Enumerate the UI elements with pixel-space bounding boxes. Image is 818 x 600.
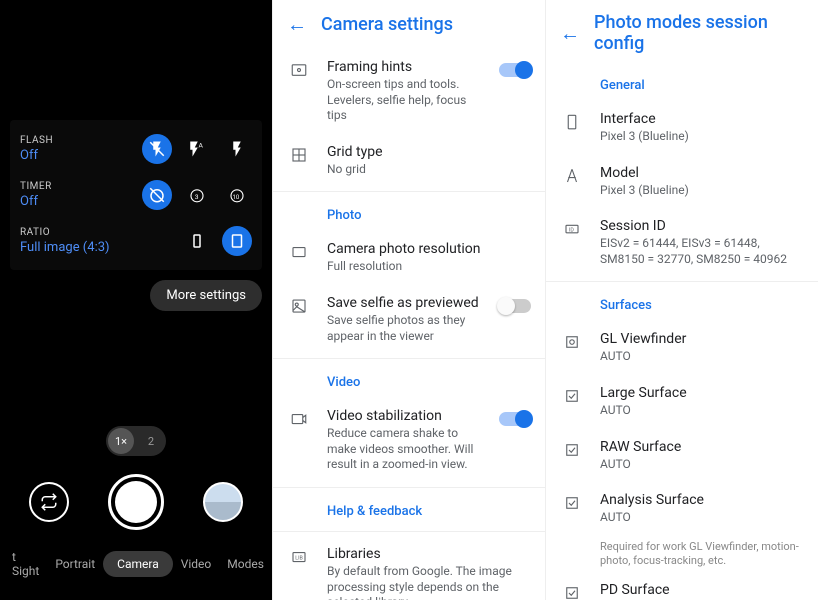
checkbox-icon xyxy=(560,584,584,600)
more-settings-button[interactable]: More settings xyxy=(150,280,262,311)
framing-toggle[interactable] xyxy=(499,63,531,77)
ratio-portrait-icon[interactable] xyxy=(182,226,212,256)
grid-icon xyxy=(287,146,311,164)
svg-text:A: A xyxy=(199,142,204,150)
mode-night-sight[interactable]: t Sight xyxy=(4,546,47,582)
timer-value[interactable]: Off xyxy=(20,194,52,209)
viewfinder-icon xyxy=(560,333,584,351)
camera-settings-panel: ← Camera settings Framing hints On-scree… xyxy=(272,0,545,600)
zoom-2x[interactable]: 2 xyxy=(136,435,166,448)
mode-portrait[interactable]: Portrait xyxy=(47,553,103,575)
config-title: Photo modes session config xyxy=(594,12,804,54)
flash-label: FLASH xyxy=(20,135,53,146)
framing-icon xyxy=(287,61,311,79)
svg-text:10: 10 xyxy=(233,194,240,201)
mode-more[interactable]: Modes xyxy=(219,553,272,575)
section-surfaces: Surfaces xyxy=(546,286,818,321)
setting-large-surface[interactable]: Large Surface AUTO xyxy=(546,375,818,429)
compass-icon xyxy=(560,167,584,185)
session-config-panel: ← Photo modes session config General Int… xyxy=(545,0,818,600)
setting-interface[interactable]: Interface Pixel 3 (Blueline) xyxy=(546,101,818,155)
setting-pd-surface[interactable]: PD Surface AUTO xyxy=(546,572,818,600)
section-photo: Photo xyxy=(273,196,545,231)
svg-text:ID: ID xyxy=(569,227,574,233)
timer-label: TIMER xyxy=(20,181,52,192)
analysis-note: Required for work GL Viewfinder, motion-… xyxy=(546,536,818,573)
checkbox-icon xyxy=(560,441,584,459)
phone-icon xyxy=(560,113,584,131)
resolution-icon xyxy=(287,243,311,261)
setting-session-id[interactable]: ID Session ID EISv2 = 61444, EISv3 = 614… xyxy=(546,208,818,277)
svg-text:LIB: LIB xyxy=(295,555,303,561)
zoom-1x[interactable]: 1× xyxy=(108,428,134,454)
ratio-value[interactable]: Full image (4:3) xyxy=(20,240,110,255)
setting-video-stabilization[interactable]: Video stabilization Reduce camera shake … xyxy=(273,398,545,483)
flash-on-icon[interactable] xyxy=(222,134,252,164)
back-icon[interactable]: ← xyxy=(560,21,580,46)
settings-title: Camera settings xyxy=(321,14,453,35)
checkbox-icon xyxy=(560,494,584,512)
zoom-selector[interactable]: 1× 2 xyxy=(106,426,166,456)
flash-value[interactable]: Off xyxy=(20,148,53,163)
ratio-full-icon[interactable] xyxy=(222,226,252,256)
setting-grid-type[interactable]: Grid type No grid xyxy=(273,134,545,188)
section-general: General xyxy=(546,66,818,101)
mode-video[interactable]: Video xyxy=(173,553,220,575)
timer-10s-icon[interactable]: 10 xyxy=(222,180,252,210)
setting-photo-resolution[interactable]: Camera photo resolution Full resolution xyxy=(273,231,545,285)
flash-auto-icon[interactable]: A xyxy=(182,134,212,164)
setting-model[interactable]: Model Pixel 3 (Blueline) xyxy=(546,155,818,209)
setting-analysis-surface[interactable]: Analysis Surface AUTO xyxy=(546,482,818,536)
setting-gl-viewfinder[interactable]: GL Viewfinder AUTO xyxy=(546,321,818,375)
setting-libraries[interactable]: LIB Libraries By default from Google. Th… xyxy=(273,536,545,600)
id-icon: ID xyxy=(560,220,584,238)
section-help[interactable]: Help & feedback xyxy=(273,492,545,527)
gallery-thumbnail[interactable] xyxy=(203,482,243,522)
quick-settings-panel: FLASH Off A TIMER Off 3 10 RATIO xyxy=(10,120,262,270)
mode-camera[interactable]: Camera xyxy=(103,551,173,577)
section-video: Video xyxy=(273,363,545,398)
svg-text:3: 3 xyxy=(195,193,199,201)
libraries-icon: LIB xyxy=(287,548,311,566)
selfie-icon xyxy=(287,297,311,315)
setting-raw-surface[interactable]: RAW Surface AUTO xyxy=(546,429,818,483)
checkbox-icon xyxy=(560,387,584,405)
ratio-label: RATIO xyxy=(20,227,110,238)
shutter-button[interactable] xyxy=(108,474,164,530)
stabilization-icon xyxy=(287,410,311,428)
setting-framing-hints[interactable]: Framing hints On-screen tips and tools. … xyxy=(273,49,545,134)
switch-camera-button[interactable] xyxy=(29,482,69,522)
mode-selector: t Sight Portrait Camera Video Modes xyxy=(0,542,272,590)
selfie-toggle[interactable] xyxy=(499,299,531,313)
camera-app-panel: FLASH Off A TIMER Off 3 10 RATIO xyxy=(0,0,272,600)
flash-off-icon[interactable] xyxy=(142,134,172,164)
back-icon[interactable]: ← xyxy=(287,12,307,37)
timer-3s-icon[interactable]: 3 xyxy=(182,180,212,210)
setting-save-selfie[interactable]: Save selfie as previewed Save selfie pho… xyxy=(273,285,545,354)
timer-off-icon[interactable] xyxy=(142,180,172,210)
stabilization-toggle[interactable] xyxy=(499,412,531,426)
